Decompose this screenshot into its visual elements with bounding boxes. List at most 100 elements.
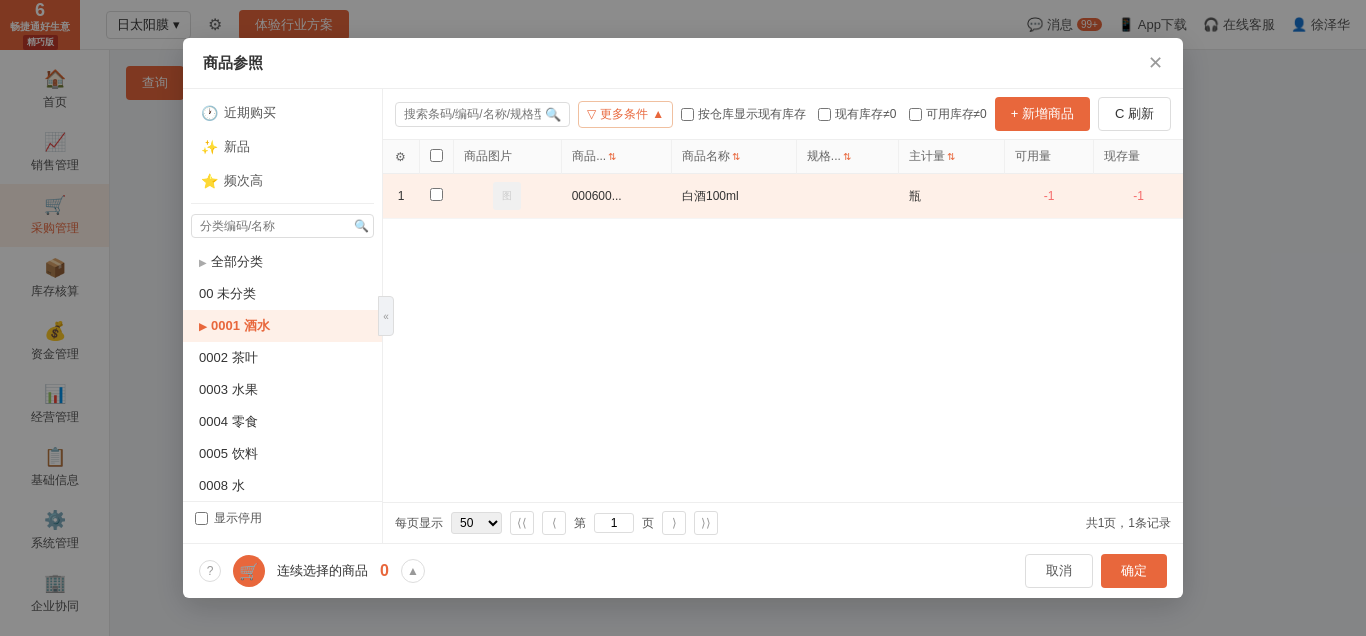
pagination: 每页显示 50 100 200 ⟨⟨ ⟨ 第 页 ⟩ ⟩⟩ 共1页，1条记录: [383, 502, 1183, 543]
cat-label-tea: 0002 茶叶: [199, 349, 258, 367]
lp-tab-frequent[interactable]: ⭐ 频次高: [191, 165, 374, 197]
search-icon: 🔍: [545, 107, 561, 122]
sort-name-icon[interactable]: ⇅: [732, 151, 740, 162]
td-stock: -1: [1094, 174, 1183, 219]
th-stock: 现存量: [1094, 140, 1183, 174]
modal-close-button[interactable]: ✕: [1148, 52, 1163, 74]
checkbox-stock-input[interactable]: [818, 108, 831, 121]
sort-unit-icon[interactable]: ⇅: [947, 151, 955, 162]
show-disabled-text: 显示停用: [214, 510, 262, 527]
lp-tab-frequent-label: 频次高: [224, 172, 263, 190]
td-seq: 1: [383, 174, 419, 219]
th-settings[interactable]: ⚙: [383, 140, 419, 174]
last-page-btn[interactable]: ⟩⟩: [694, 511, 718, 535]
product-table: ⚙ 商品图片 商品...⇅ 商品名称⇅: [383, 140, 1183, 219]
cat-snack[interactable]: 0004 零食: [183, 406, 382, 438]
th-image: 商品图片: [453, 140, 562, 174]
product-thumbnail: 图: [493, 182, 521, 210]
pagination-summary: 共1页，1条记录: [1086, 515, 1171, 532]
modal-header: 商品参照 ✕: [183, 38, 1183, 89]
footer-collapse-btn[interactable]: ▲: [401, 559, 425, 583]
cat-tea[interactable]: 0002 茶叶: [183, 342, 382, 374]
sort-code-icon[interactable]: ⇅: [608, 151, 616, 162]
td-available: -1: [1004, 174, 1094, 219]
modal-body: 🕐 近期购买 ✨ 新品 ⭐ 频次高 🔍: [183, 89, 1183, 543]
right-panel: 🔍 ▽ 更多条件 ▲ 按仓库显示现有库存 现: [383, 89, 1183, 543]
show-disabled-checkbox[interactable]: [195, 512, 208, 525]
rp-toolbar: 🔍 ▽ 更多条件 ▲ 按仓库显示现有库存 现: [383, 89, 1183, 140]
filter-label: 更多条件: [600, 106, 648, 123]
td-code: 000600...: [562, 174, 672, 219]
prev-page-btn[interactable]: ⟨: [542, 511, 566, 535]
cat-liquor[interactable]: ▶ 0001 酒水: [183, 310, 382, 342]
table-row[interactable]: 1 图 000600... 白酒100ml 瓶: [383, 174, 1183, 219]
checkbox-available-label: 可用库存≠0: [926, 106, 987, 123]
left-panel-footer: 显示停用: [183, 501, 382, 535]
td-image: 图: [453, 174, 562, 219]
checkbox-warehouse[interactable]: 按仓库显示现有库存: [681, 106, 806, 123]
sort-spec-icon[interactable]: ⇅: [843, 151, 851, 162]
cat-fruit[interactable]: 0003 水果: [183, 374, 382, 406]
th-spec[interactable]: 规格...⇅: [796, 140, 898, 174]
select-all-checkbox[interactable]: [430, 149, 443, 162]
help-button[interactable]: ?: [199, 560, 221, 582]
cat-drinks[interactable]: 0005 饮料: [183, 438, 382, 470]
product-table-body: 1 图 000600... 白酒100ml 瓶: [383, 174, 1183, 219]
checkbox-warehouse-input[interactable]: [681, 108, 694, 121]
product-search-input[interactable]: [404, 107, 541, 121]
cat-arrow-active-icon: ▶: [199, 321, 207, 332]
next-page-btn[interactable]: ⟩: [662, 511, 686, 535]
lp-tab-recent-label: 近期购买: [224, 104, 276, 122]
checkbox-available-nonzero[interactable]: 可用库存≠0: [909, 106, 987, 123]
cat-label: 全部分类: [211, 253, 263, 271]
page-input[interactable]: [594, 513, 634, 533]
th-available: 可用量: [1004, 140, 1094, 174]
category-search-icon: 🔍: [354, 219, 369, 233]
td-spec: [796, 174, 898, 219]
add-product-button[interactable]: + 新增商品: [995, 97, 1090, 131]
selected-count: 0: [380, 562, 389, 580]
recent-icon: 🕐: [201, 105, 218, 121]
td-unit: 瓶: [899, 174, 1005, 219]
cat-label-fruit: 0003 水果: [199, 381, 258, 399]
lp-tab-new[interactable]: ✨ 新品: [191, 131, 374, 163]
th-unit[interactable]: 主计量⇅: [899, 140, 1005, 174]
cat-all[interactable]: ▶ 全部分类: [183, 246, 382, 278]
filter-icon: ▽: [587, 107, 596, 121]
category-search-input[interactable]: [200, 219, 350, 233]
refresh-btn[interactable]: C 刷新: [1098, 97, 1171, 131]
divider: [191, 203, 374, 204]
new-icon: ✨: [201, 139, 218, 155]
show-disabled-label[interactable]: 显示停用: [195, 510, 370, 527]
cancel-button[interactable]: 取消: [1025, 554, 1093, 588]
cat-uncategorized[interactable]: 00 未分类: [183, 278, 382, 310]
per-page-select[interactable]: 50 100 200: [451, 512, 502, 534]
product-search-box[interactable]: 🔍: [395, 102, 570, 127]
page-suffix: 页: [642, 515, 654, 532]
left-panel: 🕐 近期购买 ✨ 新品 ⭐ 频次高 🔍: [183, 89, 383, 543]
confirm-button[interactable]: 确定: [1101, 554, 1167, 588]
th-name[interactable]: 商品名称⇅: [672, 140, 796, 174]
per-page-label: 每页显示: [395, 515, 443, 532]
checkbox-stock-nonzero[interactable]: 现有库存≠0: [818, 106, 896, 123]
category-search-box[interactable]: 🔍: [191, 214, 374, 238]
selected-label: 连续选择的商品: [277, 562, 368, 580]
first-page-btn[interactable]: ⟨⟨: [510, 511, 534, 535]
footer-actions: 取消 确定: [1025, 554, 1167, 588]
product-table-wrap: ⚙ 商品图片 商品...⇅ 商品名称⇅: [383, 140, 1183, 502]
cat-label-drinks: 0005 饮料: [199, 445, 258, 463]
lp-tab-recent[interactable]: 🕐 近期购买: [191, 97, 374, 129]
left-panel-collapse-btn[interactable]: «: [378, 296, 394, 336]
row-checkbox[interactable]: [430, 188, 443, 201]
filter-more-btn[interactable]: ▽ 更多条件 ▲: [578, 101, 673, 128]
td-check[interactable]: [419, 174, 453, 219]
checkbox-warehouse-label: 按仓库显示现有库存: [698, 106, 806, 123]
frequent-icon: ⭐: [201, 173, 218, 189]
chevron-up-icon: ▲: [652, 107, 664, 121]
modal: 商品参照 ✕ 🕐 近期购买 ✨ 新品 ⭐ 频次高: [183, 38, 1183, 598]
cat-water[interactable]: 0008 水: [183, 470, 382, 501]
cat-arrow-icon: ▶: [199, 257, 207, 268]
th-code[interactable]: 商品...⇅: [562, 140, 672, 174]
th-check: [419, 140, 453, 174]
checkbox-available-input[interactable]: [909, 108, 922, 121]
